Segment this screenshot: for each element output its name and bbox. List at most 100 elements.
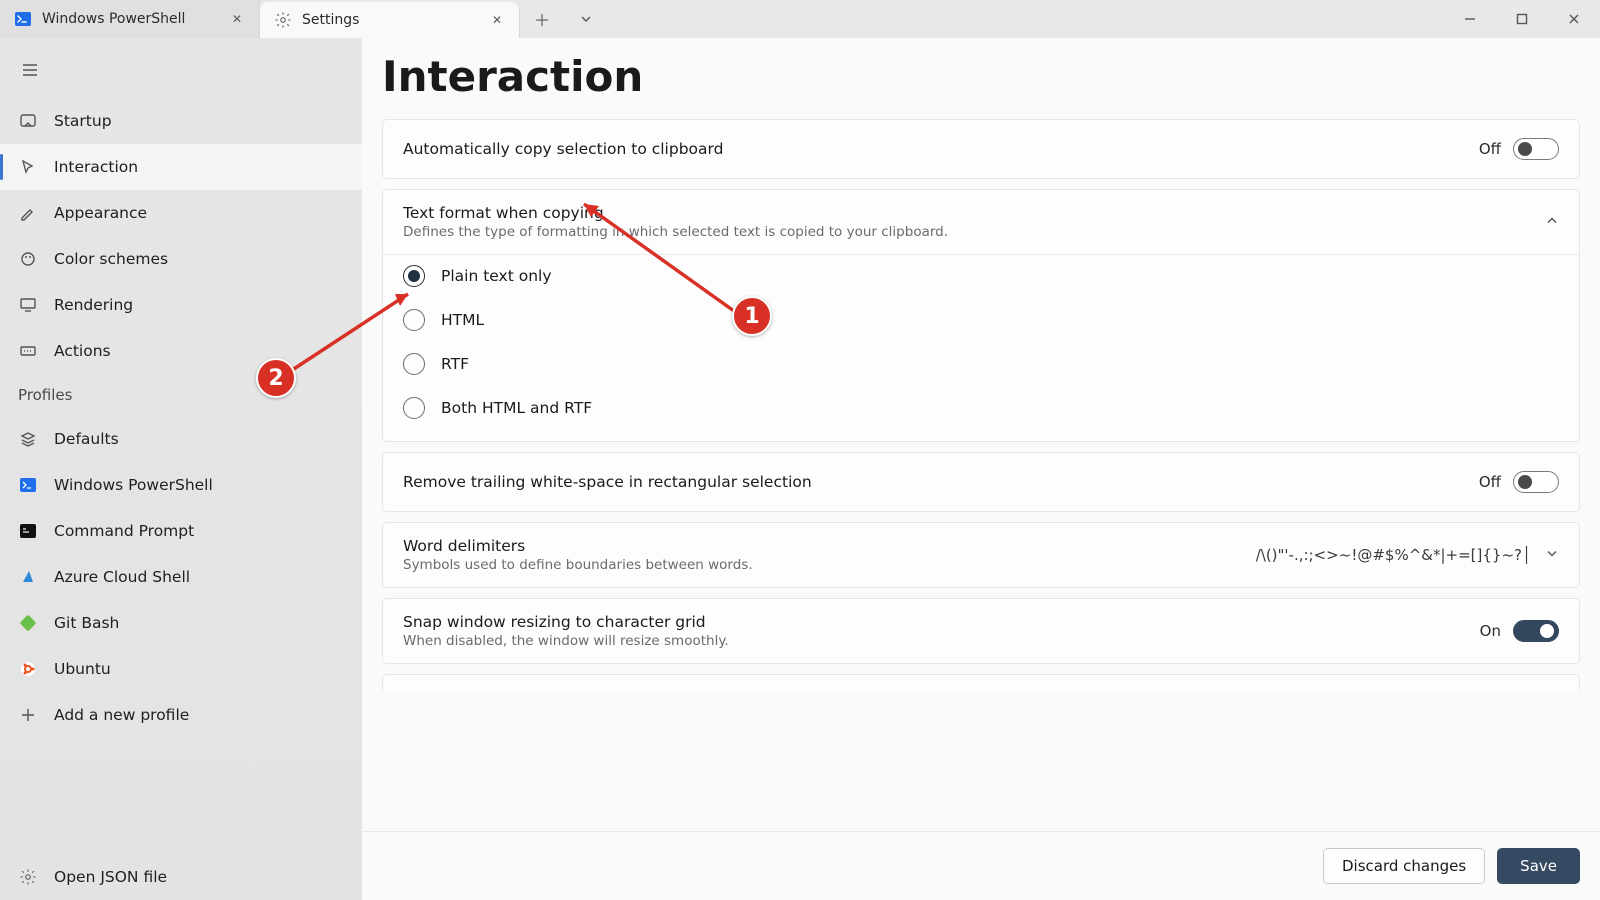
setting-next-peek <box>382 674 1580 692</box>
toggle-switch[interactable] <box>1513 620 1559 642</box>
radio-label: HTML <box>441 311 484 329</box>
powershell-icon <box>14 10 32 28</box>
sidebar-item-label: Ubuntu <box>54 660 111 678</box>
sidebar-item-rendering[interactable]: Rendering <box>0 282 362 328</box>
brush-icon <box>18 203 38 223</box>
chevron-down-icon <box>1545 546 1559 565</box>
close-icon[interactable]: ✕ <box>489 12 505 28</box>
save-button[interactable]: Save <box>1497 848 1580 884</box>
sidebar-item-appearance[interactable]: Appearance <box>0 190 362 236</box>
radio-plain-text[interactable]: Plain text only <box>403 265 1559 287</box>
setting-description: Defines the type of formatting in which … <box>403 224 948 240</box>
sidebar: Startup Interaction Appearance Color sch… <box>0 38 362 900</box>
setting-snap-resize[interactable]: Snap window resizing to character grid W… <box>382 598 1580 664</box>
sidebar-item-startup[interactable]: Startup <box>0 98 362 144</box>
profiles-header: Profiles <box>0 374 362 410</box>
radio-rtf[interactable]: RTF <box>403 353 1559 375</box>
setting-copy-selection[interactable]: Automatically copy selection to clipboar… <box>382 119 1580 179</box>
sidebar-item-label: Azure Cloud Shell <box>54 568 190 586</box>
monitor-icon <box>18 295 38 315</box>
toggle-status: Off <box>1479 473 1501 491</box>
sidebar-item-label: Add a new profile <box>54 706 189 724</box>
radio-html[interactable]: HTML <box>403 309 1559 331</box>
sidebar-item-label: Color schemes <box>54 250 168 268</box>
setting-label: Snap window resizing to character grid <box>403 613 706 631</box>
keyboard-icon <box>18 341 38 361</box>
sidebar-item-label: Appearance <box>54 204 147 222</box>
radio-label: Both HTML and RTF <box>441 399 592 417</box>
sidebar-open-json[interactable]: Open JSON file <box>0 854 362 900</box>
new-tab-button[interactable]: ＋ <box>520 0 564 38</box>
plus-icon <box>18 705 38 725</box>
sidebar-item-label: Windows PowerShell <box>54 476 213 494</box>
radio-both[interactable]: Both HTML and RTF <box>403 397 1559 419</box>
sidebar-item-actions[interactable]: Actions <box>0 328 362 374</box>
palette-icon <box>18 249 38 269</box>
startup-icon <box>18 111 38 131</box>
layers-icon <box>18 429 38 449</box>
powershell-icon <box>18 475 38 495</box>
setting-label: Automatically copy selection to clipboar… <box>403 140 723 158</box>
tab-powershell[interactable]: Windows PowerShell ✕ <box>0 0 260 38</box>
page-title: Interaction <box>382 52 1580 101</box>
footer-bar: Discard changes Save <box>362 831 1600 900</box>
toggle-switch[interactable] <box>1513 138 1559 160</box>
setting-label: Remove trailing white-space in rectangul… <box>403 473 812 491</box>
setting-description: When disabled, the window will resize sm… <box>403 633 729 649</box>
cursor-icon <box>18 157 38 177</box>
setting-description: Symbols used to define boundaries betwee… <box>403 557 753 573</box>
window-controls <box>1444 0 1600 38</box>
gitbash-icon <box>18 613 38 633</box>
setting-word-delimiters[interactable]: Word delimiters Symbols used to define b… <box>382 522 1580 588</box>
tab-dropdown-button[interactable] <box>564 0 608 38</box>
setting-label: Text format when copying <box>403 204 604 222</box>
minimize-button[interactable] <box>1444 0 1496 38</box>
radio-label: RTF <box>441 355 469 373</box>
tab-title: Settings <box>302 12 479 28</box>
sidebar-item-label: Command Prompt <box>54 522 194 540</box>
radio-icon <box>403 309 425 331</box>
discard-button[interactable]: Discard changes <box>1323 848 1485 884</box>
ubuntu-icon <box>18 659 38 679</box>
sidebar-profile-defaults[interactable]: Defaults <box>0 416 362 462</box>
toggle-status: On <box>1480 622 1501 640</box>
sidebar-profile-cmd[interactable]: Command Prompt <box>0 508 362 554</box>
sidebar-item-label: Git Bash <box>54 614 119 632</box>
radio-icon <box>403 353 425 375</box>
tab-settings[interactable]: Settings ✕ <box>260 2 520 38</box>
sidebar-item-label: Interaction <box>54 158 138 176</box>
close-icon[interactable]: ✕ <box>229 11 245 27</box>
maximize-button[interactable] <box>1496 0 1548 38</box>
sidebar-profile-gitbash[interactable]: Git Bash <box>0 600 362 646</box>
radio-label: Plain text only <box>441 267 552 285</box>
toggle-switch[interactable] <box>1513 471 1559 493</box>
cmd-icon <box>18 521 38 541</box>
sidebar-item-label: Rendering <box>54 296 133 314</box>
radio-group-text-format: Plain text only HTML RTF Both HTML and R… <box>383 254 1579 441</box>
sidebar-item-label: Actions <box>54 342 111 360</box>
setting-text-format: Text format when copying Defines the typ… <box>382 189 1580 442</box>
close-button[interactable] <box>1548 0 1600 38</box>
setting-trim-whitespace[interactable]: Remove trailing white-space in rectangul… <box>382 452 1580 512</box>
setting-value: /\()"'-.,:;<>~!@#$%^&*|+=[]{}~?│ <box>1256 546 1531 564</box>
sidebar-profile-ubuntu[interactable]: Ubuntu <box>0 646 362 692</box>
chevron-up-icon <box>1545 213 1559 232</box>
sidebar-item-label: Open JSON file <box>54 868 167 886</box>
setting-label: Word delimiters <box>403 537 525 555</box>
sidebar-profile-azure[interactable]: Azure Cloud Shell <box>0 554 362 600</box>
gear-icon <box>274 11 292 29</box>
sidebar-add-profile[interactable]: Add a new profile <box>0 692 362 738</box>
radio-icon <box>403 265 425 287</box>
gear-icon <box>18 867 38 887</box>
content-area: Interaction Automatically copy selection… <box>362 38 1600 900</box>
hamburger-button[interactable] <box>6 48 54 92</box>
titlebar: Windows PowerShell ✕ Settings ✕ ＋ <box>0 0 1600 38</box>
azure-icon <box>18 567 38 587</box>
sidebar-item-label: Defaults <box>54 430 119 448</box>
sidebar-profile-powershell[interactable]: Windows PowerShell <box>0 462 362 508</box>
setting-text-format-header[interactable]: Text format when copying Defines the typ… <box>383 190 1579 254</box>
sidebar-item-interaction[interactable]: Interaction <box>0 144 362 190</box>
radio-icon <box>403 397 425 419</box>
sidebar-item-color-schemes[interactable]: Color schemes <box>0 236 362 282</box>
toggle-status: Off <box>1479 140 1501 158</box>
